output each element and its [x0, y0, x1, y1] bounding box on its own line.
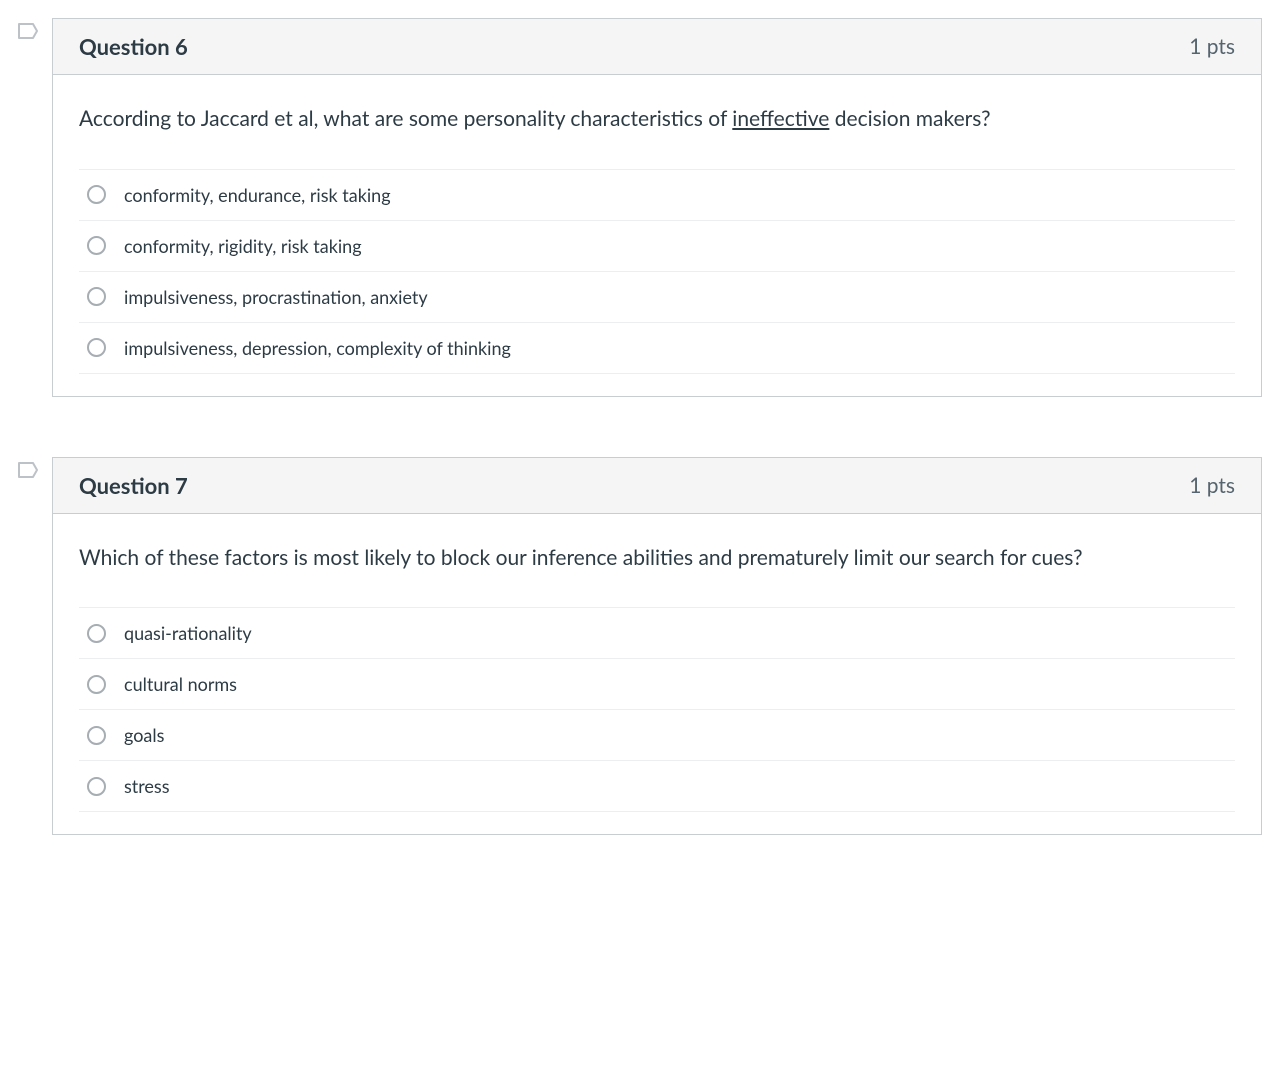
options-list: quasi-rationality cultural norms goals s… [79, 607, 1235, 812]
question-text-post: decision makers? [829, 106, 990, 131]
question-header: Question 6 1 pts [53, 19, 1261, 75]
question-title: Question 7 [79, 472, 188, 499]
options-list: conformity, endurance, risk taking confo… [79, 169, 1235, 374]
option-label: conformity, rigidity, risk taking [124, 235, 362, 257]
question-card-6: Question 6 1 pts According to Jaccard et… [52, 18, 1262, 397]
option[interactable]: impulsiveness, depression, complexity of… [79, 323, 1235, 374]
question-text: Which of these factors is most likely to… [79, 542, 1235, 574]
option-label: impulsiveness, depression, complexity of… [124, 337, 511, 359]
option-label: conformity, endurance, risk taking [124, 184, 391, 206]
question-row: Question 7 1 pts Which of these factors … [14, 457, 1262, 836]
option-label: quasi-rationality [124, 622, 252, 644]
radio-icon[interactable] [87, 287, 106, 306]
option[interactable]: impulsiveness, procrastination, anxiety [79, 272, 1235, 323]
question-body: Which of these factors is most likely to… [53, 514, 1261, 835]
radio-icon[interactable] [87, 624, 106, 643]
option[interactable]: cultural norms [79, 659, 1235, 710]
question-points: 1 pts [1189, 34, 1235, 59]
question-header: Question 7 1 pts [53, 458, 1261, 514]
question-title: Question 6 [79, 33, 188, 60]
flag-icon[interactable] [14, 461, 40, 493]
flag-icon[interactable] [14, 22, 40, 54]
radio-icon[interactable] [87, 675, 106, 694]
option[interactable]: goals [79, 710, 1235, 761]
option[interactable]: conformity, endurance, risk taking [79, 170, 1235, 221]
option[interactable]: stress [79, 761, 1235, 812]
question-points: 1 pts [1189, 473, 1235, 498]
question-row: Question 6 1 pts According to Jaccard et… [14, 18, 1262, 397]
question-body: According to Jaccard et al, what are som… [53, 75, 1261, 396]
radio-icon[interactable] [87, 338, 106, 357]
question-text: According to Jaccard et al, what are som… [79, 103, 1235, 135]
option-label: cultural norms [124, 673, 237, 695]
question-text-underline: ineffective [732, 106, 829, 131]
question-text-pre: According to Jaccard et al, what are som… [79, 106, 732, 131]
option-label: goals [124, 724, 164, 746]
radio-icon[interactable] [87, 726, 106, 745]
option[interactable]: conformity, rigidity, risk taking [79, 221, 1235, 272]
radio-icon[interactable] [87, 236, 106, 255]
question-text-pre: Which of these factors is most likely to… [79, 545, 1083, 570]
option-label: impulsiveness, procrastination, anxiety [124, 286, 428, 308]
radio-icon[interactable] [87, 185, 106, 204]
option-label: stress [124, 775, 170, 797]
question-card-7: Question 7 1 pts Which of these factors … [52, 457, 1262, 836]
option[interactable]: quasi-rationality [79, 608, 1235, 659]
radio-icon[interactable] [87, 777, 106, 796]
